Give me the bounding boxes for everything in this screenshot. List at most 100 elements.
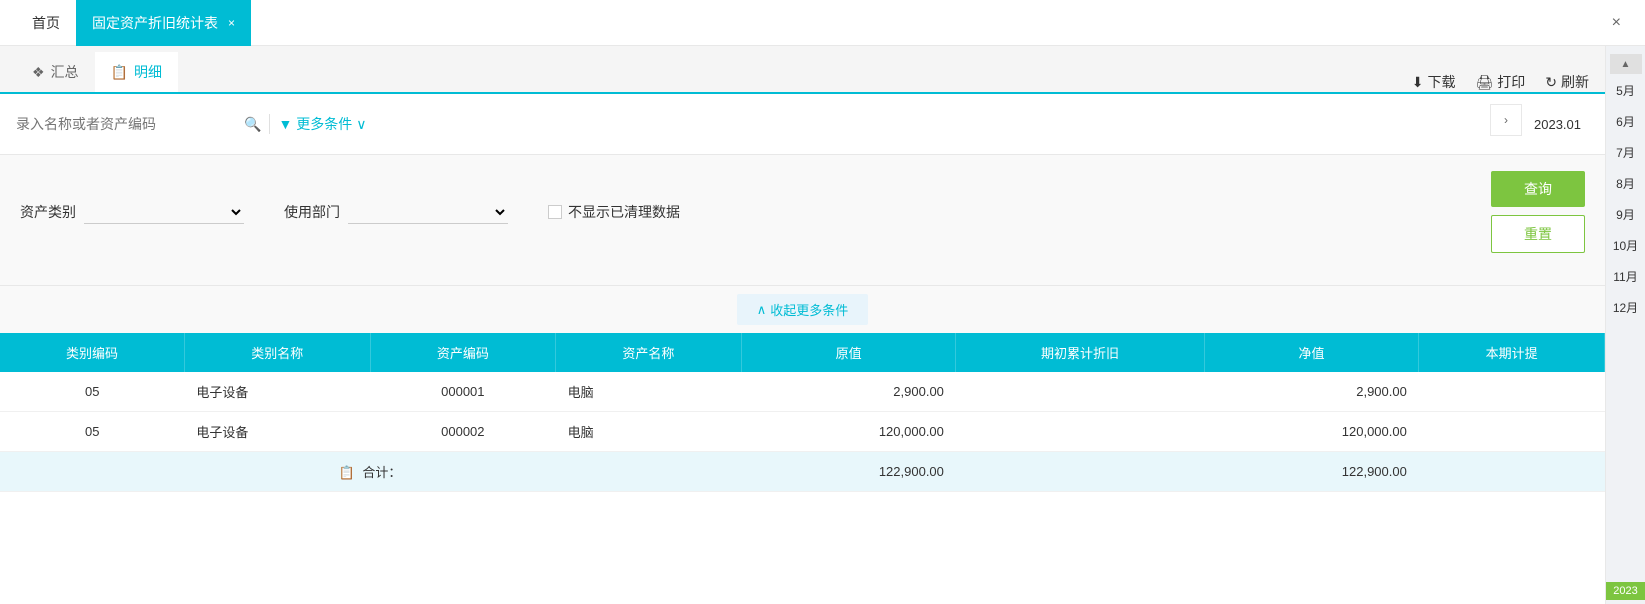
refresh-button[interactable]: ↻ 刷新	[1545, 72, 1589, 92]
tabs-bar: ❖ 汇总 📋 明细 ⬇ 下载 🖨 打印 ↻ 刷新	[0, 46, 1605, 94]
cell-category-code-1: 05	[0, 372, 184, 412]
asset-category-select[interactable]	[84, 201, 244, 224]
right-sidebar: ▲ 5月 6月 7月 8月 9月 10月 11月 12月 2023	[1605, 46, 1645, 604]
query-button[interactable]: 查询	[1491, 171, 1585, 207]
cell-asset-name-1: 电脑	[556, 372, 742, 412]
refresh-icon: ↻	[1545, 74, 1557, 91]
tab-summary-label: 汇总	[51, 62, 79, 82]
filter-row-1: 资产类别 使用部门 不显示已清理数据 查询 重置	[20, 171, 1585, 253]
table-body: 05 电子设备 000001 电脑 2,900.00 2,900.00 05 电…	[0, 372, 1605, 492]
summary-empty-1	[0, 452, 184, 492]
more-conditions-label: 更多条件	[296, 114, 352, 134]
nav-tab-close-icon[interactable]: ×	[228, 16, 235, 30]
cell-category-name-2: 电子设备	[184, 412, 370, 452]
col-net-value: 净值	[1204, 333, 1419, 372]
filter-bar: 🔍 ▼ 更多条件 ∨ › 2023.01	[0, 94, 1605, 155]
print-button[interactable]: 🖨 打印	[1475, 72, 1525, 92]
scroll-up-button[interactable]: ▲	[1610, 54, 1642, 74]
download-button[interactable]: ⬇ 下载	[1412, 72, 1456, 92]
summary-accumulated	[956, 452, 1204, 492]
department-label: 使用部门	[284, 202, 340, 222]
cell-current-period-2	[1419, 412, 1605, 452]
cell-accumulated-2	[956, 412, 1204, 452]
nav-tab-fixed-assets[interactable]: 固定资产折旧统计表 ×	[76, 0, 251, 46]
cell-current-period-1	[1419, 372, 1605, 412]
summary-row: 📋 合计： 122,900.00 122,900.00	[0, 452, 1605, 492]
month-item-7[interactable]: 7月	[1606, 138, 1645, 167]
cell-asset-name-2: 电脑	[556, 412, 742, 452]
cell-category-name-1: 电子设备	[184, 372, 370, 412]
refresh-label: 刷新	[1561, 72, 1589, 92]
download-label: 下载	[1427, 72, 1455, 92]
sidebar-expand-arrow[interactable]: ›	[1490, 104, 1522, 136]
month-item-8[interactable]: 8月	[1606, 169, 1645, 198]
table-container: 类别编码 类别名称 资产编码 资产名称 原值 期初累计折旧 净值 本期计提 05	[0, 333, 1605, 492]
asset-category-label: 资产类别	[20, 202, 76, 222]
hide-cleared-field: 不显示已清理数据	[548, 202, 680, 222]
month-item-6[interactable]: 6月	[1606, 107, 1645, 136]
tab-detail-label: 明细	[134, 62, 162, 82]
month-item-11[interactable]: 11月	[1606, 262, 1645, 291]
cell-original-value-1: 2,900.00	[741, 372, 956, 412]
summary-empty-2	[556, 452, 742, 492]
summary-original-value: 122,900.00	[741, 452, 956, 492]
month-item-9[interactable]: 9月	[1606, 200, 1645, 229]
table-header: 类别编码 类别名称 资产编码 资产名称 原值 期初累计折旧 净值 本期计提	[0, 333, 1605, 372]
table-row: 05 电子设备 000001 电脑 2,900.00 2,900.00	[0, 372, 1605, 412]
summary-tab-icon: ❖	[32, 64, 45, 81]
col-asset-name: 资产名称	[556, 333, 742, 372]
reset-button[interactable]: 重置	[1491, 215, 1585, 253]
col-category-name: 类别名称	[184, 333, 370, 372]
summary-current-period	[1419, 452, 1605, 492]
top-nav: 首页 固定资产折旧统计表 × ×	[0, 0, 1645, 46]
search-area: 🔍 ▼ 更多条件 ∨	[16, 114, 1478, 134]
download-icon: ⬇	[1412, 74, 1424, 91]
collapse-bar: ∧ 收起更多条件	[0, 286, 1605, 333]
month-item-5[interactable]: 5月	[1606, 76, 1645, 105]
advanced-filter: 资产类别 使用部门 不显示已清理数据 查询 重置	[0, 155, 1605, 286]
summary-label-cell: 📋 合计：	[184, 452, 555, 492]
tab-detail[interactable]: 📋 明细	[95, 52, 178, 94]
more-conditions-button[interactable]: ▼ 更多条件 ∨	[278, 114, 366, 134]
filter-divider	[269, 114, 270, 134]
cell-asset-code-1: 000001	[370, 372, 556, 412]
cell-net-value-2: 120,000.00	[1204, 412, 1419, 452]
cell-accumulated-1	[956, 372, 1204, 412]
cell-asset-code-2: 000002	[370, 412, 556, 452]
col-asset-code: 资产编码	[370, 333, 556, 372]
summary-net-value: 122,900.00	[1204, 452, 1419, 492]
col-original-value: 原值	[741, 333, 956, 372]
department-select[interactable]	[348, 201, 508, 224]
summary-label: 合计：	[362, 465, 401, 480]
date-display: 2023.01	[1534, 117, 1581, 132]
window-close-button[interactable]: ×	[1604, 10, 1629, 36]
cell-original-value-2: 120,000.00	[741, 412, 956, 452]
year-badge[interactable]: 2023	[1606, 582, 1645, 600]
data-table: 类别编码 类别名称 资产编码 资产名称 原值 期初累计折旧 净值 本期计提 05	[0, 333, 1605, 492]
detail-tab-icon: 📋	[111, 64, 128, 81]
month-item-12[interactable]: 12月	[1606, 293, 1645, 322]
hide-cleared-checkbox[interactable]	[548, 205, 562, 219]
nav-home[interactable]: 首页	[16, 13, 76, 33]
filter-icon: ▼	[278, 116, 292, 132]
chevron-down-icon: ∨	[356, 116, 366, 133]
nav-tab-label: 固定资产折旧统计表	[92, 13, 218, 33]
collapse-button[interactable]: ∧ 收起更多条件	[737, 294, 869, 325]
search-input[interactable]	[16, 116, 236, 132]
hide-cleared-label: 不显示已清理数据	[568, 202, 680, 222]
col-category-code: 类别编码	[0, 333, 184, 372]
main-content: ❖ 汇总 📋 明细 ⬇ 下载 🖨 打印 ↻ 刷新	[0, 46, 1645, 604]
cell-category-code-2: 05	[0, 412, 184, 452]
tab-summary[interactable]: ❖ 汇总	[16, 52, 95, 94]
print-icon: 🖨	[1475, 74, 1493, 91]
month-item-10[interactable]: 10月	[1606, 231, 1645, 260]
print-label: 打印	[1497, 72, 1525, 92]
month-list: 5月 6月 7月 8月 9月 10月 11月 12月	[1606, 76, 1645, 322]
table-header-row: 类别编码 类别名称 资产编码 资产名称 原值 期初累计折旧 净值 本期计提	[0, 333, 1605, 372]
table-row: 05 电子设备 000002 电脑 120,000.00 120,000.00	[0, 412, 1605, 452]
asset-category-field: 资产类别	[20, 201, 244, 224]
search-icon[interactable]: 🔍	[244, 116, 261, 133]
left-panel: ❖ 汇总 📋 明细 ⬇ 下载 🖨 打印 ↻ 刷新	[0, 46, 1605, 604]
col-current-period: 本期计提	[1419, 333, 1605, 372]
filter-buttons: 查询 重置	[1491, 171, 1585, 253]
